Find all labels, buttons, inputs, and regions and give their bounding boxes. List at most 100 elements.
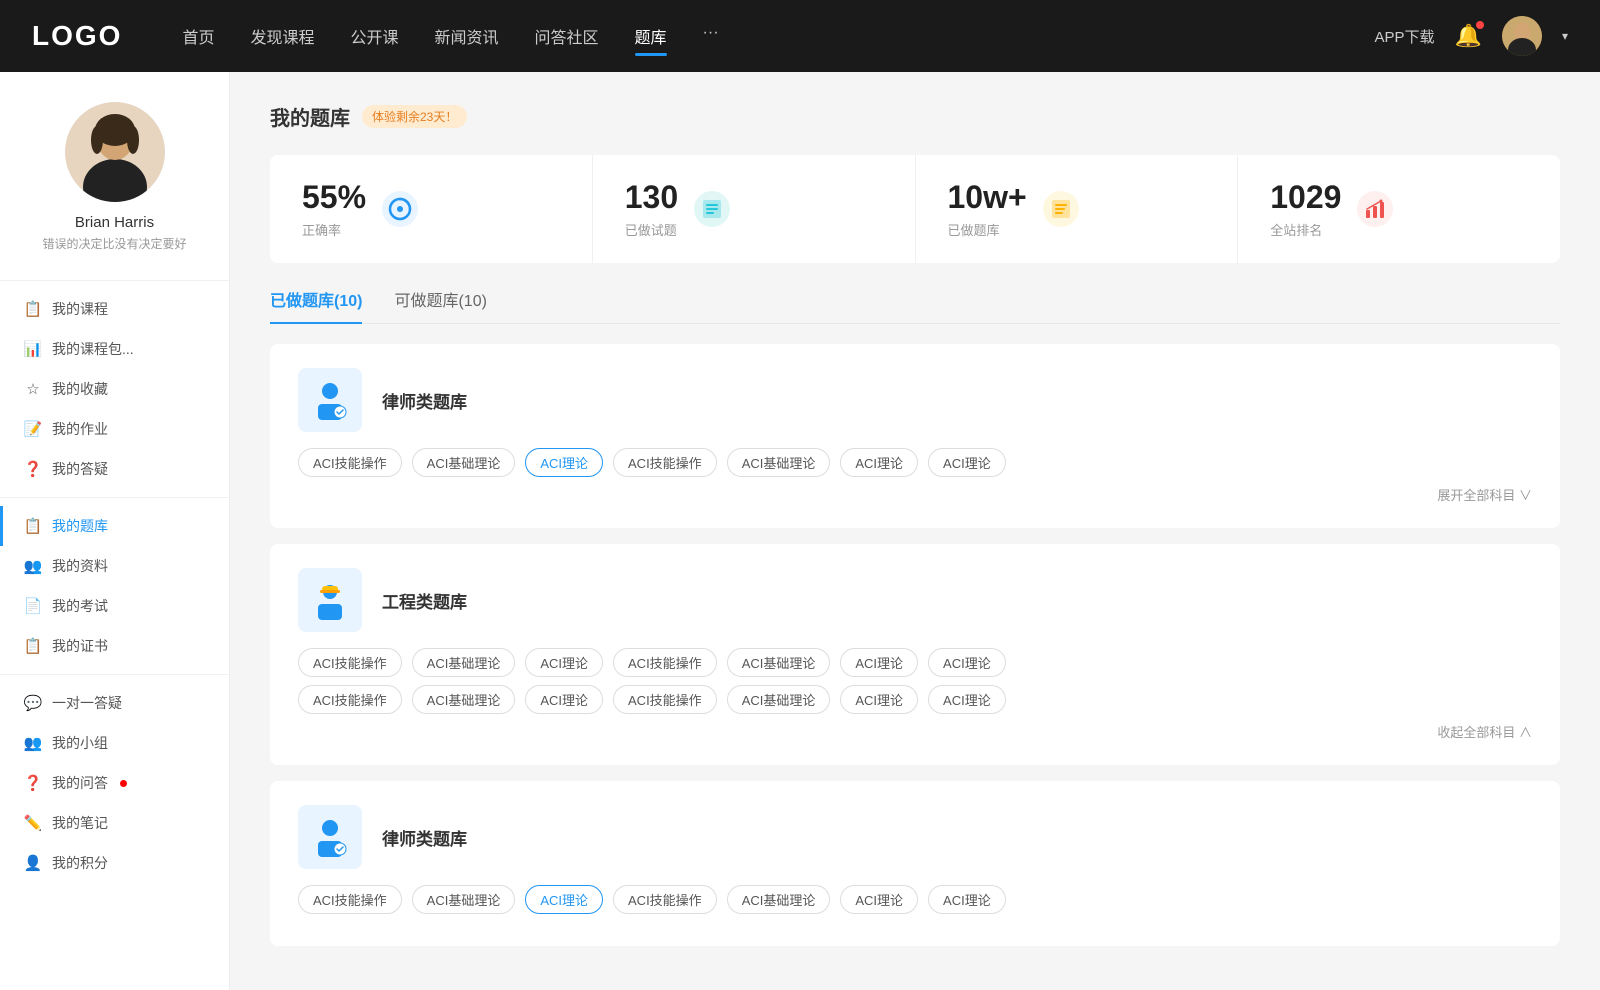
bank-tag[interactable]: ACI理论 bbox=[840, 448, 918, 477]
nav-menu: 首页 发现课程 公开课 新闻资讯 问答社区 题库 ··· bbox=[182, 20, 1334, 52]
sidebar-item-my-courses[interactable]: 📋 我的课程 bbox=[0, 289, 229, 329]
bank-tag[interactable]: ACI理论 bbox=[840, 685, 918, 714]
stat-accuracy-value: 55% bbox=[302, 179, 366, 216]
bank-card-3-header: 律师类题库 bbox=[298, 805, 1532, 869]
avatar[interactable] bbox=[1502, 16, 1542, 56]
sidebar-item-my-notes[interactable]: ✏️ 我的笔记 bbox=[0, 803, 229, 843]
bank-tag-active[interactable]: ACI理论 bbox=[525, 885, 603, 914]
bank-tag[interactable]: ACI技能操作 bbox=[613, 648, 717, 677]
bank-tag[interactable]: ACI理论 bbox=[525, 648, 603, 677]
bank-tag[interactable]: ACI技能操作 bbox=[298, 885, 402, 914]
nav-discover[interactable]: 发现课程 bbox=[250, 20, 314, 52]
course-package-icon: 📊 bbox=[24, 340, 42, 358]
tab-available-banks[interactable]: 可做题库(10) bbox=[394, 287, 486, 323]
sidebar-profile: Brian Harris 错误的决定比没有决定要好 bbox=[0, 102, 229, 272]
nav-qa[interactable]: 问答社区 bbox=[535, 20, 599, 52]
bank-tag[interactable]: ACI基础理论 bbox=[412, 448, 516, 477]
my-notes-icon: ✏️ bbox=[24, 814, 42, 832]
bank-tag[interactable]: ACI理论 bbox=[928, 448, 1006, 477]
bank-tag[interactable]: ACI技能操作 bbox=[613, 685, 717, 714]
sidebar-item-my-qa[interactable]: ❓ 我的问答 bbox=[0, 763, 229, 803]
bank-card-1: 律师类题库 ACI技能操作 ACI基础理论 ACI理论 ACI技能操作 ACI基… bbox=[270, 344, 1560, 528]
bank-card-2-icon bbox=[298, 568, 362, 632]
sidebar-item-label: 我的笔记 bbox=[52, 813, 108, 833]
sidebar-item-my-group[interactable]: 👥 我的小组 bbox=[0, 723, 229, 763]
bank-tag[interactable]: ACI技能操作 bbox=[298, 685, 402, 714]
my-bank-icon: 📋 bbox=[24, 517, 42, 535]
bank-tag[interactable]: ACI基础理论 bbox=[412, 885, 516, 914]
sidebar-item-label: 我的课程 bbox=[52, 299, 108, 319]
bank-card-2-tags-row1: ACI技能操作 ACI基础理论 ACI理论 ACI技能操作 ACI基础理论 AC… bbox=[298, 648, 1532, 677]
bank-tag[interactable]: ACI基础理论 bbox=[412, 648, 516, 677]
sidebar-item-my-data[interactable]: 👥 我的资料 bbox=[0, 546, 229, 586]
bank-tag[interactable]: ACI基础理论 bbox=[412, 685, 516, 714]
sidebar-item-label: 我的收藏 bbox=[52, 379, 108, 399]
sidebar-item-my-bank[interactable]: 📋 我的题库 bbox=[0, 506, 229, 546]
homework-icon: 📝 bbox=[24, 420, 42, 438]
sidebar-menu: 📋 我的课程 📊 我的课程包... ☆ 我的收藏 📝 我的作业 ❓ 我的答疑 � bbox=[0, 289, 229, 903]
sidebar-item-homework[interactable]: 📝 我的作业 bbox=[0, 409, 229, 449]
bank-card-1-expand[interactable]: 展开全部科目 ∨ bbox=[298, 485, 1532, 504]
bank-card-2-title: 工程类题库 bbox=[382, 588, 467, 613]
sidebar-item-favorites[interactable]: ☆ 我的收藏 bbox=[0, 369, 229, 409]
bank-card-1-header: 律师类题库 bbox=[298, 368, 1532, 432]
sidebar-item-course-package[interactable]: 📊 我的课程包... bbox=[0, 329, 229, 369]
sidebar-avatar bbox=[65, 102, 165, 202]
nav-open-course[interactable]: 公开课 bbox=[350, 20, 398, 52]
sidebar-item-one-on-one[interactable]: 💬 一对一答疑 bbox=[0, 683, 229, 723]
bank-tag[interactable]: ACI理论 bbox=[525, 685, 603, 714]
bank-tag[interactable]: ACI理论 bbox=[928, 648, 1006, 677]
bank-tag[interactable]: ACI理论 bbox=[928, 885, 1006, 914]
bank-tag[interactable]: ACI技能操作 bbox=[613, 885, 717, 914]
sidebar-item-label: 我的答疑 bbox=[52, 459, 108, 479]
stat-ranking: 1029 全站排名 bbox=[1238, 155, 1560, 263]
notification-dot bbox=[1476, 21, 1484, 29]
bank-tag-active[interactable]: ACI理论 bbox=[525, 448, 603, 477]
app-download-button[interactable]: APP下载 bbox=[1375, 26, 1435, 47]
bank-tag[interactable]: ACI技能操作 bbox=[613, 448, 717, 477]
bank-tag[interactable]: ACI理论 bbox=[840, 885, 918, 914]
bank-tag[interactable]: ACI基础理论 bbox=[727, 685, 831, 714]
stat-done-banks: 10w+ 已做题库 bbox=[916, 155, 1239, 263]
bank-tag[interactable]: ACI技能操作 bbox=[298, 448, 402, 477]
bank-tag[interactable]: ACI基础理论 bbox=[727, 448, 831, 477]
trial-badge: 体验剩余23天！ bbox=[362, 105, 467, 128]
page-header: 我的题库 体验剩余23天！ bbox=[270, 102, 1560, 131]
stat-ranking-value: 1029 bbox=[1270, 179, 1341, 216]
stat-banks-icon bbox=[1043, 191, 1079, 227]
sidebar-item-my-certificate[interactable]: 📋 我的证书 bbox=[0, 626, 229, 666]
sidebar: Brian Harris 错误的决定比没有决定要好 📋 我的课程 📊 我的课程包… bbox=[0, 72, 230, 990]
sidebar-item-my-questions[interactable]: ❓ 我的答疑 bbox=[0, 449, 229, 489]
bank-tag[interactable]: ACI基础理论 bbox=[727, 648, 831, 677]
navbar-right: APP下载 🔔 ▾ bbox=[1375, 16, 1568, 56]
navbar-chevron-icon[interactable]: ▾ bbox=[1562, 29, 1568, 43]
bank-card-1-tags: ACI技能操作 ACI基础理论 ACI理论 ACI技能操作 ACI基础理论 AC… bbox=[298, 448, 1532, 477]
stat-ranking-icon bbox=[1357, 191, 1393, 227]
nav-home[interactable]: 首页 bbox=[182, 20, 214, 52]
bank-tag[interactable]: ACI理论 bbox=[840, 648, 918, 677]
logo[interactable]: LOGO bbox=[32, 20, 122, 52]
bank-card-2-header: 工程类题库 bbox=[298, 568, 1532, 632]
sidebar-item-label: 我的问答 bbox=[52, 773, 108, 793]
sidebar-divider3 bbox=[0, 674, 229, 675]
avatar-image bbox=[1502, 16, 1542, 56]
sidebar-item-my-exam[interactable]: 📄 我的考试 bbox=[0, 586, 229, 626]
bank-tag[interactable]: ACI基础理论 bbox=[727, 885, 831, 914]
notification-bell[interactable]: 🔔 bbox=[1455, 23, 1482, 49]
tab-done-banks[interactable]: 已做题库(10) bbox=[270, 287, 362, 323]
stat-banks-text: 10w+ 已做题库 bbox=[948, 179, 1027, 239]
tabs-row: 已做题库(10) 可做题库(10) bbox=[270, 287, 1560, 324]
bank-tag[interactable]: ACI技能操作 bbox=[298, 648, 402, 677]
bank-card-1-icon bbox=[298, 368, 362, 432]
nav-news[interactable]: 新闻资讯 bbox=[435, 20, 499, 52]
sidebar-item-label: 我的资料 bbox=[52, 556, 108, 576]
bank-card-3-title: 律师类题库 bbox=[382, 825, 467, 850]
sidebar-item-my-points[interactable]: 👤 我的积分 bbox=[0, 843, 229, 883]
nav-question-bank[interactable]: 题库 bbox=[635, 20, 667, 52]
bank-card-3-icon bbox=[298, 805, 362, 869]
favorites-icon: ☆ bbox=[24, 380, 42, 398]
nav-more[interactable]: ··· bbox=[703, 20, 719, 52]
bank-card-2-expand[interactable]: 收起全部科目 ∧ bbox=[298, 722, 1532, 741]
sidebar-divider bbox=[0, 280, 229, 281]
bank-tag[interactable]: ACI理论 bbox=[928, 685, 1006, 714]
